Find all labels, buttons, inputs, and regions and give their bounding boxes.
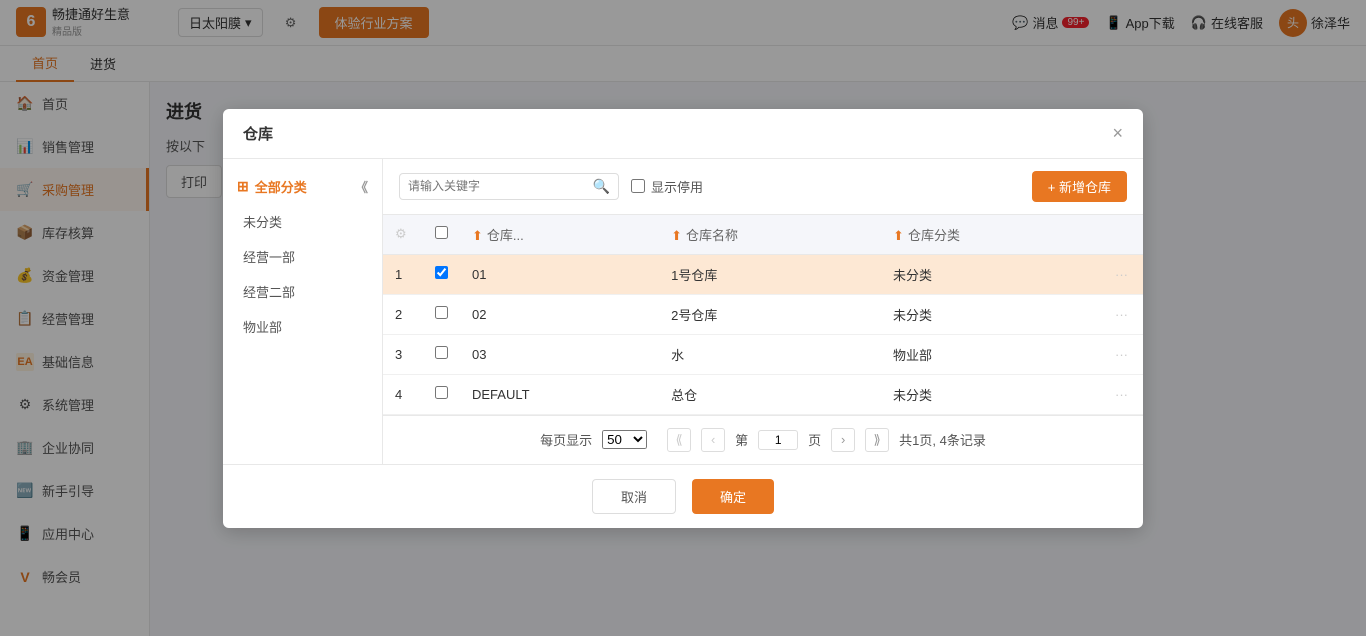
cell-code: 01 — [460, 254, 659, 294]
table-row[interactable]: 1 01 1号仓库 未分类 ··· — [383, 254, 1143, 294]
modal-footer: 取消 确定 — [223, 464, 1143, 528]
category-item-property[interactable]: 物业部 — [223, 309, 382, 344]
th-settings: ⚙ — [383, 215, 423, 255]
per-page-select[interactable]: 50 20 100 — [602, 430, 647, 449]
table-row[interactable]: 2 02 2号仓库 未分类 ··· — [383, 294, 1143, 334]
cell-num: 3 — [383, 334, 423, 374]
cell-num: 1 — [383, 254, 423, 294]
collapse-icon[interactable]: 《 — [355, 177, 368, 196]
cell-actions[interactable]: ··· — [1103, 374, 1143, 414]
cell-checkbox[interactable] — [423, 294, 460, 334]
search-icon: 🔍 — [593, 178, 610, 195]
row-actions-btn[interactable]: ··· — [1115, 387, 1128, 402]
cell-actions[interactable]: ··· — [1103, 334, 1143, 374]
cell-checkbox[interactable] — [423, 374, 460, 414]
prev-page-btn[interactable]: ‹ — [701, 428, 725, 452]
confirm-button[interactable]: 确定 — [692, 479, 774, 514]
sort-code-icon: ⬆ — [472, 228, 483, 243]
th-actions — [1103, 215, 1143, 255]
cat-item-label-0: 未分类 — [243, 215, 282, 230]
cat-item-label-3: 物业部 — [243, 320, 282, 335]
add-warehouse-button[interactable]: + 新增仓库 — [1032, 171, 1127, 202]
sort-cat-icon: ⬆ — [893, 228, 904, 243]
th-code: ⬆仓库... — [460, 215, 659, 255]
show-disabled-group: 显示停用 — [631, 177, 703, 196]
first-page-btn[interactable]: ⟪ — [667, 428, 691, 452]
cell-category: 未分类 — [881, 294, 1103, 334]
show-disabled-label: 显示停用 — [651, 177, 703, 196]
cell-category: 未分类 — [881, 254, 1103, 294]
warehouse-table-container: ⚙ ⬆仓库... ⬆仓库名称 ⬆仓库分类 1 01 1号仓库 — [383, 215, 1143, 415]
warehouse-modal: 仓库 × ⊞ 全部分类 《 未分类 经营一部 经营二部 — [223, 109, 1143, 528]
category-panel: ⊞ 全部分类 《 未分类 经营一部 经营二部 物业部 — [223, 159, 383, 464]
grid-icon: ⊞ — [237, 178, 249, 195]
cell-name: 水 — [659, 334, 881, 374]
cat-item-label-1: 经营一部 — [243, 250, 295, 265]
cell-name: 1号仓库 — [659, 254, 881, 294]
modal-toolbar: 🔍 显示停用 + 新增仓库 — [383, 159, 1143, 215]
last-page-btn[interactable]: ⟫ — [865, 428, 889, 452]
category-item-dept1[interactable]: 经营一部 — [223, 239, 382, 274]
cell-category: 未分类 — [881, 374, 1103, 414]
modal-body: ⊞ 全部分类 《 未分类 经营一部 经营二部 物业部 — [223, 159, 1143, 464]
pagination: 每页显示 50 20 100 ⟪ ‹ 第 页 › ⟫ 共1页, 4条记录 — [383, 415, 1143, 464]
cell-num: 4 — [383, 374, 423, 414]
cell-name: 2号仓库 — [659, 294, 881, 334]
category-all-header[interactable]: ⊞ 全部分类 《 — [223, 169, 382, 204]
modal-close-button[interactable]: × — [1112, 123, 1123, 144]
cell-checkbox[interactable] — [423, 334, 460, 374]
modal-title: 仓库 — [243, 123, 273, 144]
per-page-label: 每页显示 — [540, 430, 592, 449]
show-disabled-checkbox[interactable] — [631, 179, 645, 193]
th-checkbox — [423, 215, 460, 255]
category-item-dept2[interactable]: 经营二部 — [223, 274, 382, 309]
modal-overlay: 仓库 × ⊞ 全部分类 《 未分类 经营一部 经营二部 — [0, 0, 1366, 636]
th-gear-icon: ⚙ — [395, 226, 407, 241]
cell-code: 03 — [460, 334, 659, 374]
page-unit: 页 — [808, 430, 821, 449]
cell-category: 物业部 — [881, 334, 1103, 374]
row-actions-btn[interactable]: ··· — [1115, 267, 1128, 282]
table-body: 1 01 1号仓库 未分类 ··· 2 02 2号仓库 未分类 ··· 3 03… — [383, 254, 1143, 414]
cell-code: DEFAULT — [460, 374, 659, 414]
warehouse-table: ⚙ ⬆仓库... ⬆仓库名称 ⬆仓库分类 1 01 1号仓库 — [383, 215, 1143, 415]
table-header: ⚙ ⬆仓库... ⬆仓库名称 ⬆仓库分类 — [383, 215, 1143, 255]
page-input[interactable] — [758, 430, 798, 450]
category-item-unclassified[interactable]: 未分类 — [223, 204, 382, 239]
th-category: ⬆仓库分类 — [881, 215, 1103, 255]
th-name: ⬆仓库名称 — [659, 215, 881, 255]
cell-actions[interactable]: ··· — [1103, 294, 1143, 334]
right-panel: 🔍 显示停用 + 新增仓库 ⚙ — [383, 159, 1143, 464]
search-box[interactable]: 🔍 — [399, 173, 619, 200]
table-row[interactable]: 3 03 水 物业部 ··· — [383, 334, 1143, 374]
row-actions-btn[interactable]: ··· — [1115, 307, 1128, 322]
select-all-checkbox[interactable] — [435, 226, 448, 239]
sort-name-icon: ⬆ — [671, 228, 682, 243]
cell-num: 2 — [383, 294, 423, 334]
search-input[interactable] — [408, 179, 593, 193]
cat-item-label-2: 经营二部 — [243, 285, 295, 300]
table-row[interactable]: 4 DEFAULT 总仓 未分类 ··· — [383, 374, 1143, 414]
cell-code: 02 — [460, 294, 659, 334]
row-actions-btn[interactable]: ··· — [1115, 347, 1128, 362]
page-label: 第 — [735, 430, 748, 449]
cell-name: 总仓 — [659, 374, 881, 414]
cell-actions[interactable]: ··· — [1103, 254, 1143, 294]
modal-header: 仓库 × — [223, 109, 1143, 159]
cell-checkbox[interactable] — [423, 254, 460, 294]
next-page-btn[interactable]: › — [831, 428, 855, 452]
cancel-button[interactable]: 取消 — [592, 479, 676, 514]
total-info: 共1页, 4条记录 — [899, 430, 986, 449]
category-all-label: 全部分类 — [255, 177, 307, 196]
